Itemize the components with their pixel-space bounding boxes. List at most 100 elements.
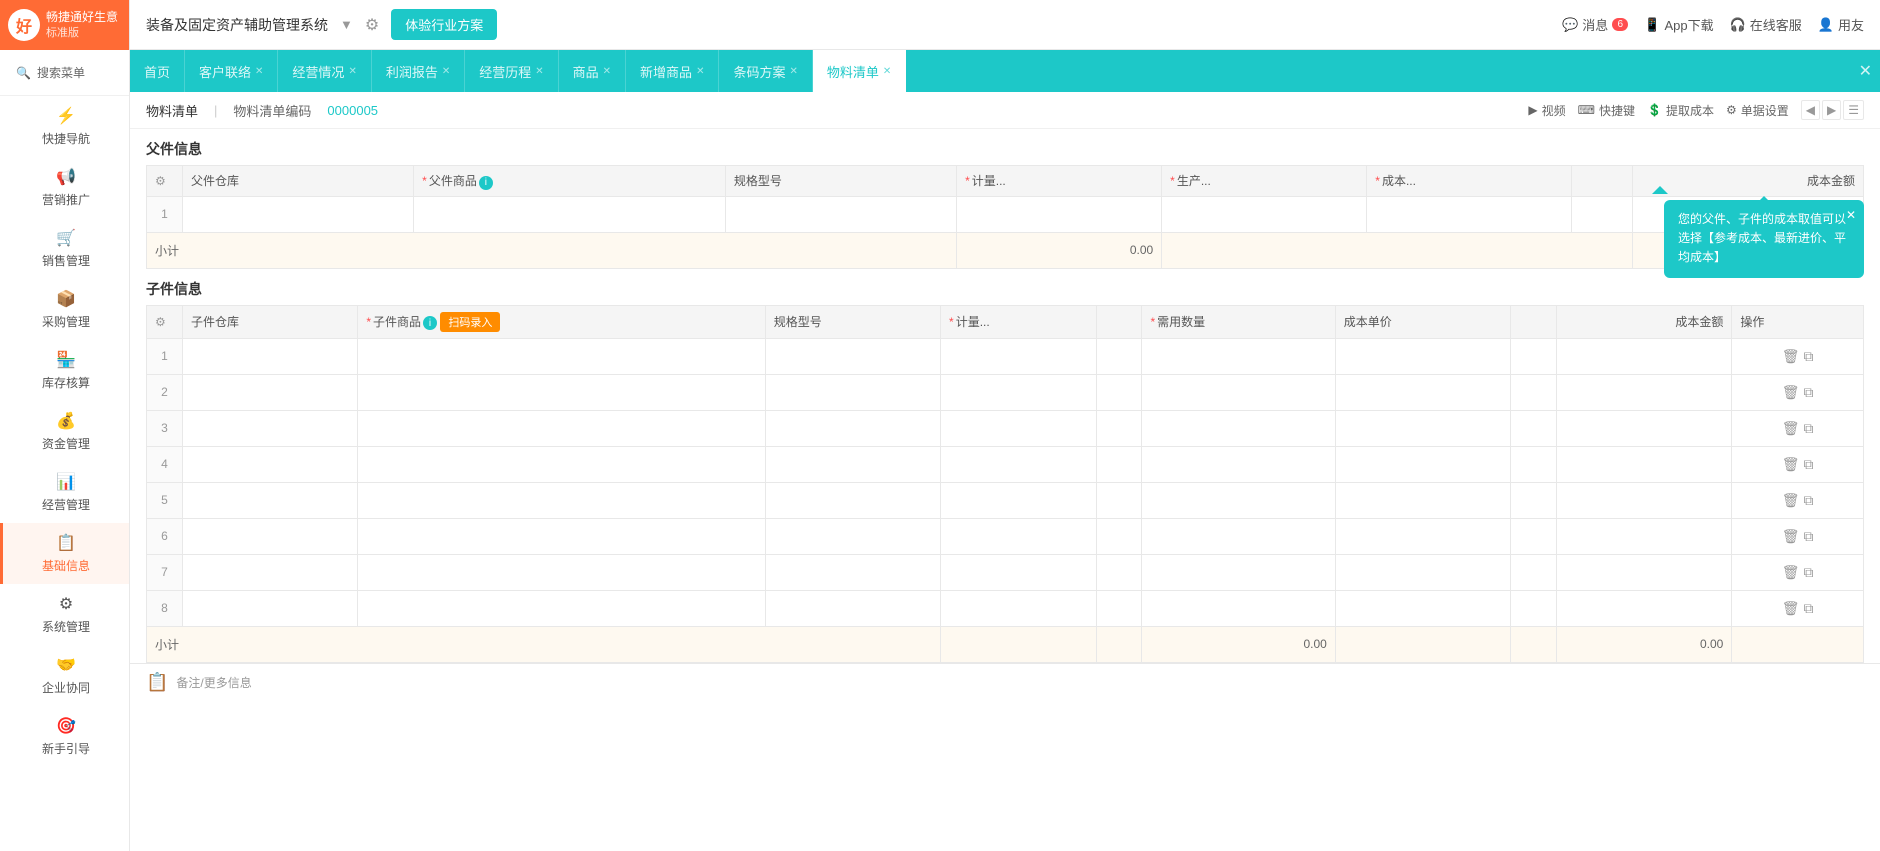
parent-row-1-production[interactable] <box>1162 196 1367 232</box>
sidebar-item-基础信息[interactable]: 📋 基础信息 <box>0 523 129 584</box>
parent-row-1-cost[interactable] <box>1367 196 1572 232</box>
settings-icon[interactable]: ⚙ <box>365 15 379 35</box>
shortcut-btn[interactable]: ⌨ 快捷键 <box>1578 102 1635 119</box>
tab-close-2[interactable]: ✕ <box>348 66 356 77</box>
delete-icon-1[interactable]: 🗑 <box>1782 348 1800 365</box>
sidebar-item-经营管理[interactable]: 📊 经营管理 <box>0 462 129 523</box>
copy-icon-5[interactable]: ⧉ <box>1804 492 1814 509</box>
close-all-tabs[interactable]: ✕ <box>1859 61 1880 81</box>
child-row-2-warehouse[interactable] <box>183 374 358 410</box>
nav-list-btn[interactable]: ☰ <box>1843 100 1864 120</box>
tab-close-8[interactable]: ✕ <box>883 66 891 77</box>
tooltip-close-btn[interactable]: ✕ <box>1846 206 1856 225</box>
sidebar-item-系统管理[interactable]: ⚙ 系统管理 <box>0 584 129 645</box>
child-row-4-quantity[interactable] <box>1142 446 1335 482</box>
child-row-2-unit[interactable] <box>941 374 1097 410</box>
nav-prev-btn[interactable]: ◀ <box>1801 100 1820 120</box>
view-video-btn[interactable]: ▶ 视频 <box>1528 102 1565 119</box>
extract-cost-btn[interactable]: 💲 提取成本 <box>1647 102 1714 119</box>
child-row-3-warehouse[interactable] <box>183 410 358 446</box>
user-item[interactable]: 👤 用友 <box>1818 15 1864 34</box>
trial-btn[interactable]: 体验行业方案 <box>391 9 497 40</box>
single-settings-btn[interactable]: ⚙ 单据设置 <box>1726 102 1789 119</box>
child-col-settings[interactable]: ⚙ <box>147 305 183 338</box>
child-row-7-quantity[interactable] <box>1142 554 1335 590</box>
child-row-7-unit[interactable] <box>941 554 1097 590</box>
nav-tab-1[interactable]: 客户联络 ✕ <box>185 50 278 92</box>
child-row-1-unit[interactable] <box>941 338 1097 374</box>
delete-icon-4[interactable]: 🗑 <box>1782 456 1800 473</box>
nav-next-btn[interactable]: ▶ <box>1822 100 1841 120</box>
nav-tab-6[interactable]: 新增商品 ✕ <box>626 50 719 92</box>
parent-col-settings[interactable]: ⚙ <box>147 166 183 197</box>
tab-close-3[interactable]: ✕ <box>442 66 450 77</box>
child-row-3-product[interactable] <box>358 410 765 446</box>
search-menu-button[interactable]: 🔍 搜索菜单 <box>8 58 121 87</box>
sidebar-item-资金管理[interactable]: 💰 资金管理 <box>0 401 129 462</box>
parent-row-1-product[interactable] <box>414 196 726 232</box>
nav-tab-2[interactable]: 经营情况 ✕ <box>278 50 371 92</box>
copy-icon-2[interactable]: ⧉ <box>1804 384 1814 401</box>
child-row-6-product[interactable] <box>358 518 765 554</box>
delete-icon-7[interactable]: 🗑 <box>1782 564 1800 581</box>
copy-icon-3[interactable]: ⧉ <box>1804 420 1814 437</box>
online-service-item[interactable]: 🎧 在线客服 <box>1730 15 1802 34</box>
child-row-6-warehouse[interactable] <box>183 518 358 554</box>
child-row-3-unit[interactable] <box>941 410 1097 446</box>
nav-tab-0[interactable]: 首页 <box>130 50 185 92</box>
child-row-4-spec[interactable] <box>765 446 940 482</box>
child-row-7-warehouse[interactable] <box>183 554 358 590</box>
child-row-3-quantity[interactable] <box>1142 410 1335 446</box>
message-item[interactable]: 💬 消息 6 <box>1562 15 1628 34</box>
nav-tab-5[interactable]: 商品 ✕ <box>559 50 626 92</box>
child-row-5-quantity[interactable] <box>1142 482 1335 518</box>
child-row-1-quantity[interactable] <box>1142 338 1335 374</box>
child-row-2-spec[interactable] <box>765 374 940 410</box>
nav-tab-4[interactable]: 经营历程 ✕ <box>465 50 558 92</box>
child-row-5-warehouse[interactable] <box>183 482 358 518</box>
copy-icon-7[interactable]: ⧉ <box>1804 564 1814 581</box>
child-row-1-warehouse[interactable] <box>183 338 358 374</box>
delete-icon-5[interactable]: 🗑 <box>1782 492 1800 509</box>
parent-row-1-warehouse[interactable] <box>183 196 414 232</box>
child-row-8-product[interactable] <box>358 590 765 626</box>
sidebar-item-企业协同[interactable]: 🤝 企业协同 <box>0 645 129 706</box>
app-download-item[interactable]: 📱 App下载 <box>1644 15 1713 34</box>
child-row-7-product[interactable] <box>358 554 765 590</box>
child-row-6-spec[interactable] <box>765 518 940 554</box>
child-row-5-product[interactable] <box>358 482 765 518</box>
child-row-8-warehouse[interactable] <box>183 590 358 626</box>
parent-row-1-unit[interactable] <box>957 196 1162 232</box>
nav-tab-7[interactable]: 条码方案 ✕ <box>719 50 812 92</box>
copy-icon-1[interactable]: ⧉ <box>1804 348 1814 365</box>
sidebar-item-快捷导航[interactable]: ⚡ 快捷导航 <box>0 96 129 157</box>
child-row-8-spec[interactable] <box>765 590 940 626</box>
parent-row-1-spec[interactable] <box>725 196 956 232</box>
nav-tab-3[interactable]: 利润报告 ✕ <box>372 50 465 92</box>
child-row-2-product[interactable] <box>358 374 765 410</box>
sidebar-item-新手引导[interactable]: 🎯 新手引导 <box>0 706 129 767</box>
tab-close-4[interactable]: ✕ <box>535 66 543 77</box>
child-row-1-product[interactable] <box>358 338 765 374</box>
child-row-4-warehouse[interactable] <box>183 446 358 482</box>
child-row-5-spec[interactable] <box>765 482 940 518</box>
child-row-5-unit[interactable] <box>941 482 1097 518</box>
child-row-4-product[interactable] <box>358 446 765 482</box>
delete-icon-6[interactable]: 🗑 <box>1782 528 1800 545</box>
child-row-1-spec[interactable] <box>765 338 940 374</box>
delete-icon-2[interactable]: 🗑 <box>1782 384 1800 401</box>
breadcrumb-tab[interactable]: 物料清单 <box>146 101 198 120</box>
copy-icon-6[interactable]: ⧉ <box>1804 528 1814 545</box>
child-row-8-unit[interactable] <box>941 590 1097 626</box>
delete-icon-8[interactable]: 🗑 <box>1782 600 1800 617</box>
sidebar-item-营销推广[interactable]: 📢 营销推广 <box>0 157 129 218</box>
sidebar-item-销售管理[interactable]: 🛒 销售管理 <box>0 218 129 279</box>
child-row-3-spec[interactable] <box>765 410 940 446</box>
child-row-4-unit[interactable] <box>941 446 1097 482</box>
child-row-8-quantity[interactable] <box>1142 590 1335 626</box>
tab-close-1[interactable]: ✕ <box>255 66 263 77</box>
child-row-6-unit[interactable] <box>941 518 1097 554</box>
delete-icon-3[interactable]: 🗑 <box>1782 420 1800 437</box>
tab-close-5[interactable]: ✕ <box>603 66 611 77</box>
tab-close-6[interactable]: ✕ <box>696 66 704 77</box>
